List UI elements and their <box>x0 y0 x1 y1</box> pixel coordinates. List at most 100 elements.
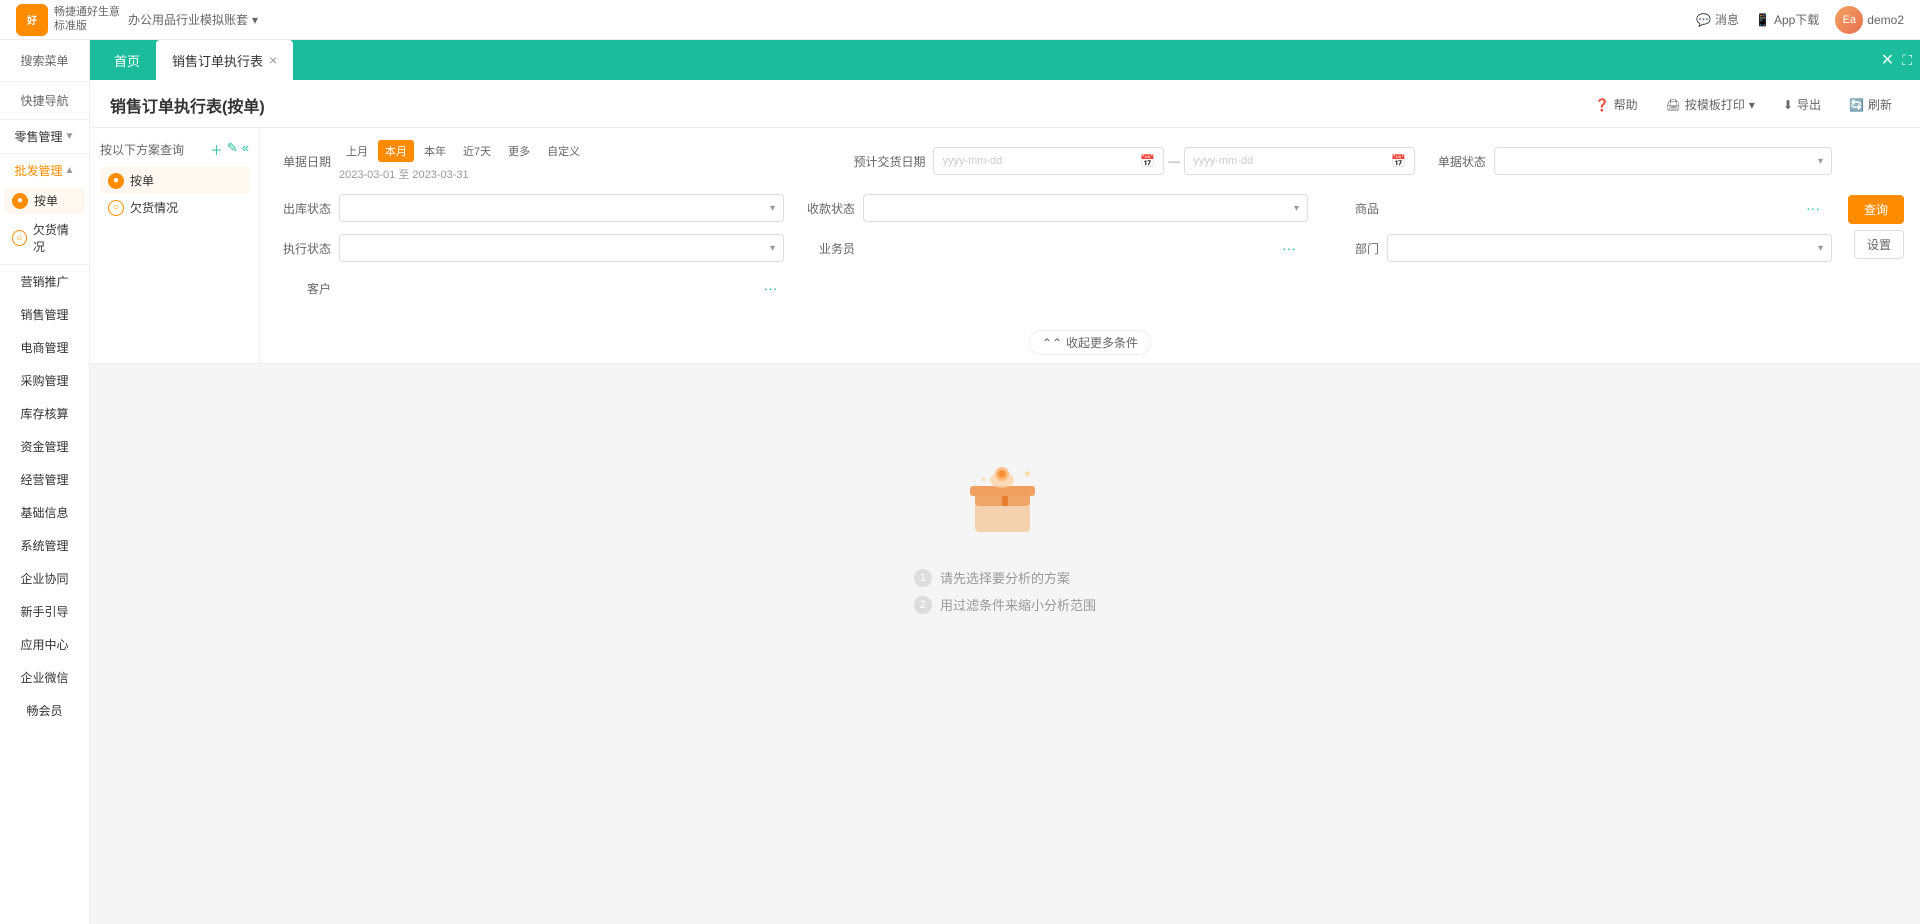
query-btn[interactable]: 查询 <box>1848 195 1904 224</box>
filter-row-4: 客户 ··· <box>276 274 789 302</box>
department-select[interactable]: ▾ <box>1387 234 1832 262</box>
sidebar-item-appstore[interactable]: 应用中心 <box>0 628 89 661</box>
sidebar-item-inventory[interactable]: 库存核算 <box>0 397 89 430</box>
scheme-arrears[interactable]: ○ 欠货情况 <box>100 194 249 221</box>
empty-tip-1: 1 请先选择要分析的方案 <box>914 568 1096 587</box>
collapse-label: 收起更多条件 <box>1066 334 1138 351</box>
calendar-from-icon: 📅 <box>1140 154 1155 168</box>
collapse-scheme-icon[interactable]: « <box>242 140 249 159</box>
sidebar-item-finance[interactable]: 资金管理 <box>0 430 89 463</box>
empty-illustration: ★ ★ ✦ <box>955 452 1055 552</box>
customer-select[interactable]: ··· <box>339 274 789 302</box>
sidebar-item-sales[interactable]: 销售管理 <box>0 298 89 331</box>
search-menu-label[interactable]: 搜索菜单 <box>8 48 81 73</box>
order-status-select[interactable]: ▾ <box>1494 147 1832 175</box>
delivery-status-select[interactable]: ▾ <box>339 194 784 222</box>
collapse-up-icon: ⌃⌃ <box>1042 336 1062 350</box>
sub-item-checkout[interactable]: ● 按单 <box>4 187 85 214</box>
export-btn[interactable]: ⬇ 导出 <box>1775 92 1829 117</box>
tab-close-icon[interactable]: × <box>269 52 277 68</box>
salesperson-select[interactable]: ··· <box>863 234 1308 262</box>
customer-ellipsis-icon[interactable]: ··· <box>759 280 781 296</box>
tip-1-text: 请先选择要分析的方案 <box>940 568 1070 587</box>
query-label: 查询 <box>1864 201 1888 218</box>
refresh-btn[interactable]: 🔄 刷新 <box>1841 92 1900 117</box>
payment-status-field: 收款状态 ▾ <box>800 194 1308 222</box>
help-icon: ❓ <box>1595 98 1610 112</box>
sidebar-item-wholesale[interactable]: 批发管理 ▲ <box>0 154 89 187</box>
delivery-status-field: 出库状态 ▾ <box>276 194 784 222</box>
expected-date-to[interactable]: yyyy-mm-dd 📅 <box>1184 147 1415 175</box>
tab-bar: 首页 销售订单执行表 × ✕ ⛶ <box>90 40 1920 80</box>
sidebar-item-operations[interactable]: 经营管理 <box>0 463 89 496</box>
tab-sales-order[interactable]: 销售订单执行表 × <box>156 40 293 80</box>
sidebar-item-member[interactable]: 畅会员 <box>0 694 89 727</box>
tab-maximize-icon[interactable]: ⛶ <box>1902 52 1912 69</box>
goods-select[interactable]: ··· <box>1387 194 1832 222</box>
sidebar-item-ecommerce[interactable]: 电商管理 <box>0 331 89 364</box>
delivery-status-label: 出库状态 <box>276 200 331 217</box>
print-btn[interactable]: 🖨 按模板打印 ▾ <box>1658 92 1763 117</box>
wechat-label: 企业微信 <box>20 669 68 686</box>
filter-row-3: 执行状态 ▾ 业务员 <box>276 234 1832 262</box>
quick-nav-label[interactable]: 快捷导航 <box>0 86 89 115</box>
order-status-field: 单据状态 ▾ <box>1431 147 1832 175</box>
sidebar-item-system[interactable]: 系统管理 <box>0 529 89 562</box>
home-tab-label: 首页 <box>114 51 140 70</box>
app-selector-text: 办公用品行业模拟账套 <box>128 11 248 28</box>
date-btn-this-year[interactable]: 本年 <box>417 140 453 162</box>
date-btn-7days[interactable]: 近7天 <box>456 140 498 162</box>
exec-status-select[interactable]: ▾ <box>339 234 784 262</box>
edit-scheme-icon[interactable]: ✎ <box>227 140 238 159</box>
sidebar-item-wechat[interactable]: 企业微信 <box>0 661 89 694</box>
checkout-label: 按单 <box>34 192 58 209</box>
sidebar-search-area[interactable]: 搜索菜单 <box>0 40 89 82</box>
refresh-icon: 🔄 <box>1849 98 1864 112</box>
date-btn-last-month[interactable]: 上月 <box>339 140 375 162</box>
app-download-btn[interactable]: 📱 App下载 <box>1755 11 1819 28</box>
quick-nav-area[interactable]: 快捷导航 <box>0 82 89 120</box>
username: demo2 <box>1867 13 1904 27</box>
date-btn-more[interactable]: 更多 <box>501 140 537 162</box>
logo-area: 好 畅捷通好生意 标准版 <box>16 4 120 36</box>
help-btn[interactable]: ❓ 帮助 <box>1587 92 1646 117</box>
message-btn[interactable]: 💬 消息 <box>1696 11 1739 28</box>
settings-label: 设置 <box>1867 236 1891 253</box>
sub-item-arrears[interactable]: ○ 欠货情况 <box>4 216 85 260</box>
goods-ellipsis-icon[interactable]: ··· <box>1802 200 1824 216</box>
settings-btn[interactable]: 设置 <box>1854 230 1904 259</box>
sidebar-item-enterprise[interactable]: 企业协同 <box>0 562 89 595</box>
add-scheme-icon[interactable]: ＋ <box>210 140 223 159</box>
member-label: 畅会员 <box>26 702 62 719</box>
tab-home[interactable]: 首页 <box>98 40 156 80</box>
sidebar-item-retail[interactable]: 零售管理 ▼ <box>0 120 89 153</box>
salesperson-ellipsis-icon[interactable]: ··· <box>1278 240 1300 256</box>
scheme-checkout-label: 按单 <box>130 172 154 189</box>
sidebar-item-purchase[interactable]: 采购管理 <box>0 364 89 397</box>
wholesale-arrow: ▲ <box>65 165 75 176</box>
collapse-btn[interactable]: ⌃⌃ 收起更多条件 <box>1029 330 1151 355</box>
date-quick-btns-row: 上月 本月 本年 近7天 更多 自定义 <box>339 140 837 162</box>
date-btn-this-month[interactable]: 本月 <box>378 140 414 162</box>
page-header: 销售订单执行表(按单) ❓ 帮助 🖨 按模板打印 ▾ ⬇ <box>90 80 1920 128</box>
expected-date-field: 预计交货日期 yyyy-mm-dd 📅 — <box>853 147 1414 175</box>
logo-icon: 好 <box>16 4 48 36</box>
app-selector[interactable]: 办公用品行业模拟账套 ▾ <box>128 11 258 28</box>
salesperson-label: 业务员 <box>800 240 855 257</box>
user-area[interactable]: Ea demo2 <box>1835 6 1904 34</box>
filter-right: 单据日期 上月 本月 本年 近7天 更多 <box>260 128 1920 363</box>
operations-label: 经营管理 <box>20 471 68 488</box>
payment-status-select[interactable]: ▾ <box>863 194 1308 222</box>
scheme-checkout[interactable]: ● 按单 <box>100 167 249 194</box>
tab-close-window-icon[interactable]: ✕ <box>1881 50 1894 70</box>
expected-date-from[interactable]: yyyy-mm-dd 📅 <box>933 147 1164 175</box>
sidebar-item-basic[interactable]: 基础信息 <box>0 496 89 529</box>
department-label: 部门 <box>1324 240 1379 257</box>
sidebar-item-marketing[interactable]: 营销推广 <box>0 265 89 298</box>
sidebar-section-retail: 零售管理 ▼ <box>0 120 89 154</box>
print-label: 按模板打印 <box>1685 96 1745 113</box>
date-btn-custom[interactable]: 自定义 <box>540 140 587 162</box>
department-field: 部门 ▾ <box>1324 234 1832 262</box>
sidebar-item-newbie[interactable]: 新手引导 <box>0 595 89 628</box>
export-label: 导出 <box>1797 96 1821 113</box>
